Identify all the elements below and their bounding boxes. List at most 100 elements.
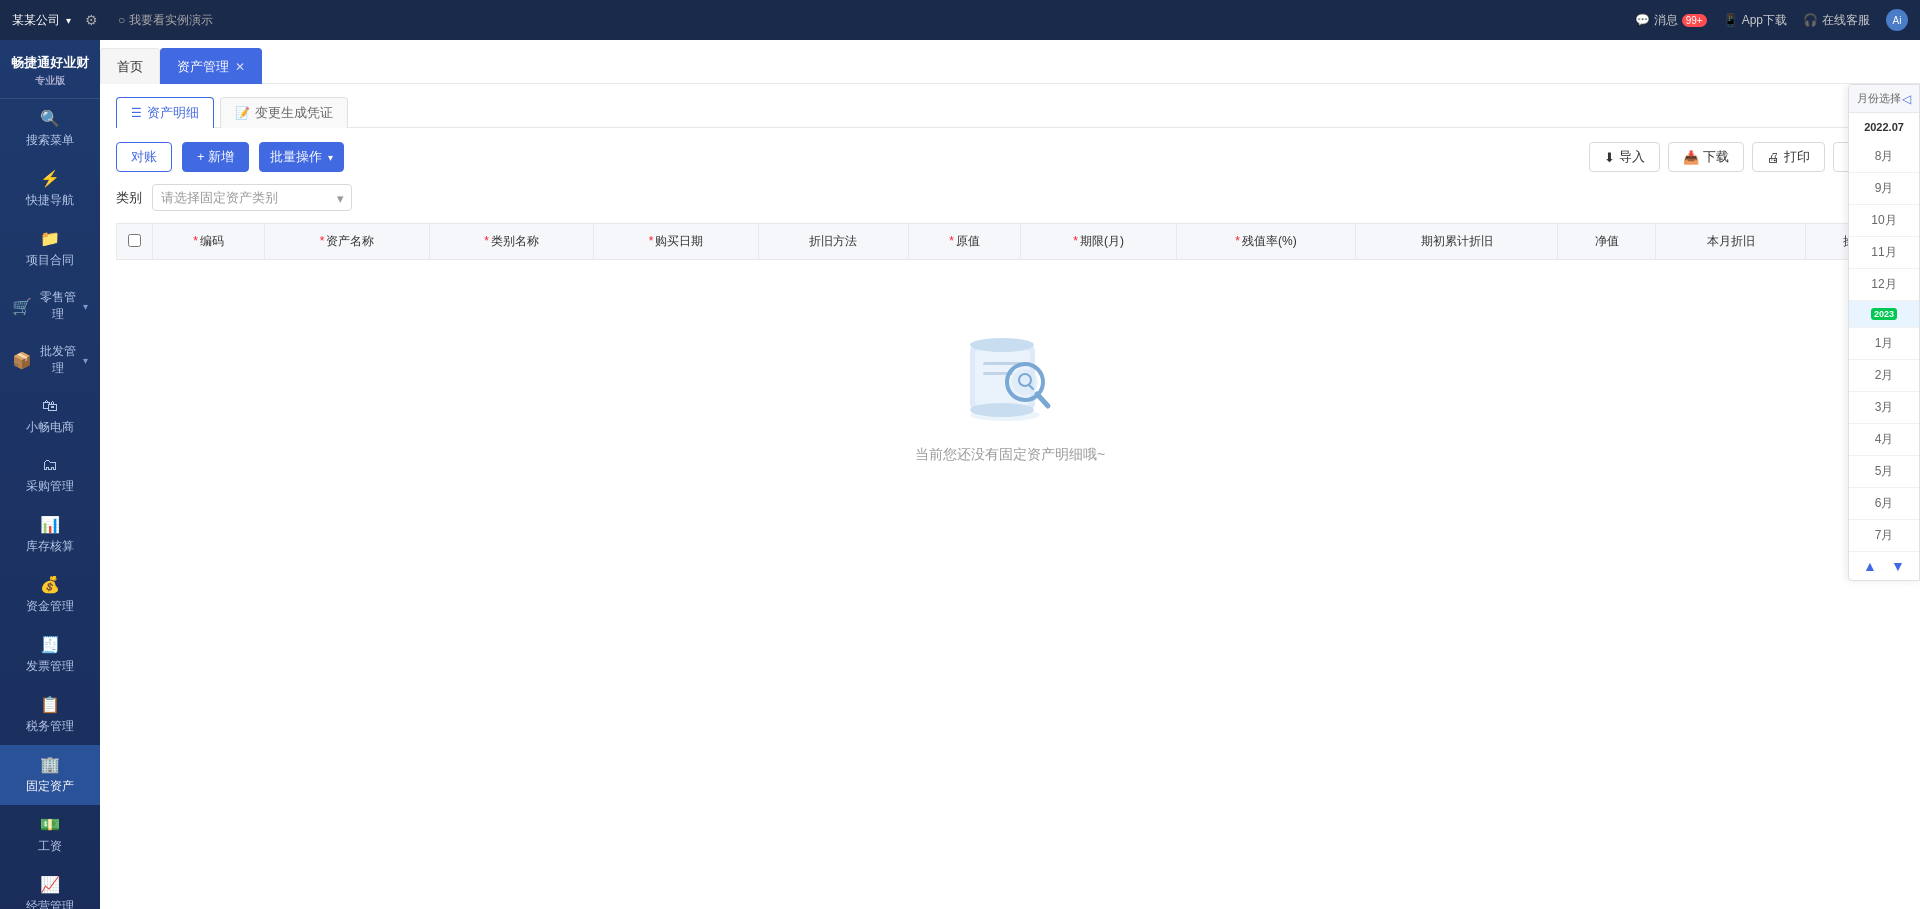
sidebar-item-label: 税务管理 xyxy=(26,718,74,735)
sidebar-item-invoice[interactable]: 🧾 发票管理 xyxy=(0,625,100,685)
sidebar-item-salary[interactable]: 💵 工资 xyxy=(0,805,100,865)
sidebar-item-search[interactable]: 🔍 搜索菜单 xyxy=(0,99,100,159)
batch-arrow-icon: ▾ xyxy=(328,152,333,163)
app-download-button[interactable]: 📱 App下载 xyxy=(1723,12,1787,29)
sidebar-item-inventory[interactable]: 📊 库存核算 xyxy=(0,505,100,565)
svg-point-3 xyxy=(970,338,1034,352)
table-header-period: *期限(月) xyxy=(1021,224,1177,260)
month-item-9[interactable]: 9月 xyxy=(1849,173,1919,205)
sub-tab-detail-label: 资产明细 xyxy=(147,104,199,122)
sidebar-item-label: 采购管理 xyxy=(26,478,74,495)
voucher-tab-icon: 📝 xyxy=(235,106,250,120)
month-item-2023-4[interactable]: 4月 xyxy=(1849,424,1919,456)
sub-tab-detail[interactable]: ☰ 资产明细 xyxy=(116,97,214,128)
purchase-icon: 🗂 xyxy=(42,456,58,474)
sidebar-item-purchase[interactable]: 🗂 采购管理 xyxy=(0,446,100,505)
tab-close-icon[interactable]: ✕ xyxy=(235,60,245,74)
month-scroll-down-btn[interactable]: ▼ xyxy=(1888,556,1908,576)
company-name: 某某公司 xyxy=(12,12,60,29)
filter-category-select-wrap[interactable]: 请选择固定资产类别 xyxy=(152,184,352,211)
avatar[interactable]: Ai xyxy=(1886,9,1908,31)
retail-icon: 🛒 xyxy=(12,297,32,316)
message-label: 消息 xyxy=(1654,12,1678,29)
month-scroll-up-btn[interactable]: ▲ xyxy=(1860,556,1880,576)
month-item-label: 1月 xyxy=(1875,335,1894,352)
demo-text: 我要看实例演示 xyxy=(129,12,213,29)
month-item-10[interactable]: 10月 xyxy=(1849,205,1919,237)
month-item-2023-badge[interactable]: 2023 xyxy=(1849,301,1919,328)
month-item-11[interactable]: 11月 xyxy=(1849,237,1919,269)
online-service-button[interactable]: 🎧 在线客服 xyxy=(1803,12,1870,29)
print-button[interactable]: 🖨 打印 xyxy=(1752,142,1825,172)
finance-icon: 💰 xyxy=(40,575,60,594)
sidebar-item-operations[interactable]: 📈 经营管理 xyxy=(0,865,100,909)
sidebar-logo: 畅捷通好业财 专业版 xyxy=(0,40,100,99)
sidebar-item-quicknav[interactable]: ⚡ 快捷导航 xyxy=(0,159,100,219)
month-item-2023-3[interactable]: 3月 xyxy=(1849,392,1919,424)
content-area: 首页 资产管理 ✕ ☰ 资产明细 📝 变更生成凭证 xyxy=(100,40,1920,909)
top-bar-right: 💬 消息 99+ 📱 App下载 🎧 在线客服 Ai xyxy=(1635,9,1908,31)
table-header-original-value: *原值 xyxy=(908,224,1020,260)
month-item-2023-1[interactable]: 1月 xyxy=(1849,328,1919,360)
filter-category-select[interactable]: 请选择固定资产类别 xyxy=(152,184,352,211)
table-header-category: *类别名称 xyxy=(429,224,594,260)
sidebar-item-project[interactable]: 📁 项目合同 xyxy=(0,219,100,279)
sidebar-item-label: 库存核算 xyxy=(26,538,74,555)
month-item-2023-7[interactable]: 7月 xyxy=(1849,520,1919,552)
select-all-checkbox[interactable] xyxy=(128,234,141,247)
import-button[interactable]: ⬇ 导入 xyxy=(1589,142,1660,172)
table-header-monthly-depreciation: 本月折旧 xyxy=(1656,224,1806,260)
table-header-depreciation-method: 折旧方法 xyxy=(758,224,908,260)
sidebar-item-label: 发票管理 xyxy=(26,658,74,675)
sidebar-item-wholesale[interactable]: 📦 批发管理 ▾ xyxy=(0,333,100,387)
tab-home[interactable]: 首页 xyxy=(100,48,160,84)
message-button[interactable]: 💬 消息 99+ xyxy=(1635,12,1707,29)
sidebar-item-tax[interactable]: 📋 税务管理 xyxy=(0,685,100,745)
company-chevron-icon: ▾ xyxy=(66,15,71,26)
app-edition: 专业版 xyxy=(8,74,92,88)
month-item-8[interactable]: 8月 xyxy=(1849,141,1919,173)
retail-arrow-icon: ▾ xyxy=(83,301,88,312)
month-item-label: 9月 xyxy=(1875,180,1894,197)
batch-button[interactable]: 批量操作 ▾ xyxy=(259,142,344,172)
reconcile-button[interactable]: 对账 xyxy=(116,142,172,172)
sidebar-item-finance[interactable]: 💰 资金管理 xyxy=(0,565,100,625)
add-button[interactable]: + 新增 xyxy=(182,142,249,172)
month-item-12[interactable]: 12月 xyxy=(1849,269,1919,301)
settings-icon[interactable]: ⚙ xyxy=(85,12,98,28)
company-selector[interactable]: 某某公司 ▾ xyxy=(12,12,71,29)
month-item-2023-2[interactable]: 2月 xyxy=(1849,360,1919,392)
main-layout: 畅捷通好业财 专业版 🔍 搜索菜单 ⚡ 快捷导航 📁 项目合同 🛒 零售管理 ▾… xyxy=(0,40,1920,909)
message-icon: 💬 xyxy=(1635,13,1650,27)
tab-bar: 首页 资产管理 ✕ xyxy=(100,40,1920,84)
month-item-label: 3月 xyxy=(1875,399,1894,416)
sidebar-item-ecommerce[interactable]: 🛍 小畅电商 xyxy=(0,387,100,446)
sidebar-item-fixedassets[interactable]: 🏢 固定资产 xyxy=(0,745,100,805)
filter-category-label: 类别 xyxy=(116,189,142,207)
print-icon: 🖨 xyxy=(1767,150,1780,165)
operations-icon: 📈 xyxy=(40,875,60,894)
tab-asset-management[interactable]: 资产管理 ✕ xyxy=(160,48,262,84)
download-button[interactable]: 📥 下载 xyxy=(1668,142,1744,172)
sub-tab-voucher[interactable]: 📝 变更生成凭证 xyxy=(220,97,348,128)
sidebar-item-retail[interactable]: 🛒 零售管理 ▾ xyxy=(0,279,100,333)
svg-point-4 xyxy=(970,403,1034,417)
ecommerce-icon: 🛍 xyxy=(42,397,58,415)
headset-icon: 🎧 xyxy=(1803,13,1818,27)
sidebar-item-label: 项目合同 xyxy=(26,252,74,269)
table-header-checkbox[interactable] xyxy=(117,224,153,260)
sidebar-item-label: 经营管理 xyxy=(26,898,74,909)
table-header-purchase-date: *购买日期 xyxy=(594,224,759,260)
month-panel-expand-icon[interactable]: ◁ xyxy=(1902,92,1911,106)
demo-link[interactable]: ○ 我要看实例演示 xyxy=(118,12,213,29)
avatar-initials: Ai xyxy=(1893,15,1902,26)
month-bottom-nav: ▲ ▼ xyxy=(1849,552,1919,580)
tab-asset-label: 资产管理 xyxy=(177,58,229,76)
top-bar: 某某公司 ▾ ⚙ ○ 我要看实例演示 💬 消息 99+ 📱 App下载 🎧 在线… xyxy=(0,0,1920,40)
month-item-label: 11月 xyxy=(1871,244,1896,261)
month-item-label: 10月 xyxy=(1871,212,1896,229)
project-icon: 📁 xyxy=(40,229,60,248)
empty-state: 当前您还没有固定资产明细哦~ xyxy=(117,260,1904,524)
month-item-2023-6[interactable]: 6月 xyxy=(1849,488,1919,520)
month-item-2023-5[interactable]: 5月 xyxy=(1849,456,1919,488)
